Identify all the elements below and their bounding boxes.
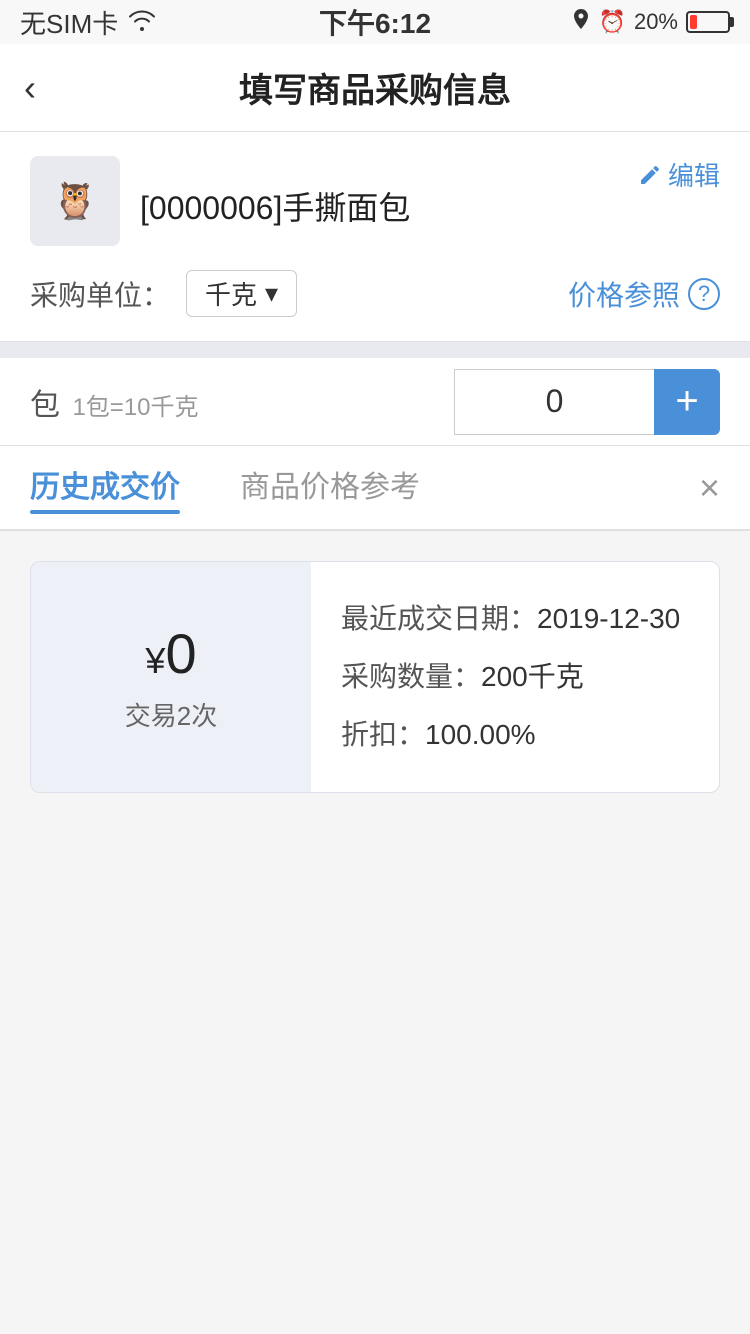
unit-label: 采购单位：	[30, 274, 170, 314]
tab-history-price[interactable]: 历史成交价	[30, 462, 180, 514]
quantity-input[interactable]	[454, 369, 654, 435]
unit-selector[interactable]: 千克 ▾	[186, 270, 297, 317]
owl-icon: 🦉	[53, 180, 98, 222]
tab-product-price-ref[interactable]: 商品价格参考	[240, 462, 420, 514]
product-thumbnail: 🦉	[30, 156, 120, 246]
product-top: 🦉 [0000006]手撕面包 编辑	[30, 156, 720, 246]
quantity-control: +	[454, 369, 720, 435]
main-content: ¥0 交易2次 最近成交日期：2019-12-30 采购数量：200千克 折扣：…	[0, 531, 750, 1231]
carrier-text: 无SIM卡	[20, 4, 118, 41]
tabs-container: 历史成交价 商品价格参考 ×	[0, 446, 750, 531]
unit-section: 采购单位： 千克 ▾	[30, 270, 297, 317]
quantity-row: 包 1包=10千克 +	[0, 358, 750, 446]
battery-icon	[686, 11, 730, 33]
tabs-list: 历史成交价 商品价格参考	[30, 462, 420, 514]
quantity-plus-button[interactable]: +	[654, 369, 720, 435]
price-detail-discount: 折扣：100.00%	[341, 714, 689, 756]
nav-title: 填写商品采购信息	[239, 63, 511, 112]
location-icon	[571, 7, 591, 37]
price-currency: ¥	[145, 640, 165, 681]
wifi-icon	[128, 7, 156, 38]
product-card: 🦉 [0000006]手撕面包 编辑 采购单位： 千克 ▾ 价格参照 ?	[0, 132, 750, 342]
back-button[interactable]: ‹	[24, 67, 36, 109]
quantity-unit-note: 1包=10千克	[72, 394, 198, 421]
tabs-header: 历史成交价 商品价格参考 ×	[0, 446, 750, 530]
price-ref-button[interactable]: 价格参照 ?	[568, 274, 720, 314]
price-detail-qty: 采购数量：200千克	[341, 656, 689, 698]
status-right: ⏰ 20%	[571, 7, 730, 37]
product-name: [0000006]手撕面包	[140, 183, 410, 229]
price-right-panel: 最近成交日期：2019-12-30 采购数量：200千克 折扣：100.00%	[311, 562, 719, 792]
battery-fill	[690, 15, 697, 29]
price-card-container: ¥0 交易2次 最近成交日期：2019-12-30 采购数量：200千克 折扣：…	[0, 531, 750, 823]
price-amount: ¥0	[145, 621, 196, 686]
dropdown-arrow-icon: ▾	[265, 278, 278, 309]
product-left: 🦉 [0000006]手撕面包	[30, 156, 410, 246]
status-left: 无SIM卡	[20, 4, 156, 41]
product-bottom: 采购单位： 千克 ▾ 价格参照 ?	[30, 270, 720, 317]
edit-button[interactable]: 编辑	[638, 156, 720, 193]
alarm-icon: ⏰	[599, 9, 626, 35]
tabs-close-button[interactable]: ×	[699, 467, 720, 509]
battery-percent: 20%	[634, 9, 678, 35]
status-bar: 无SIM卡 下午6:12 ⏰ 20%	[0, 0, 750, 44]
status-time: 下午6:12	[319, 2, 431, 42]
price-ref-help-icon: ?	[688, 278, 720, 310]
price-left-panel: ¥0 交易2次	[31, 562, 311, 792]
price-amount-num: 0	[165, 622, 196, 685]
quantity-unit: 包	[30, 389, 60, 422]
divider-band	[0, 342, 750, 358]
nav-bar: ‹ 填写商品采购信息	[0, 44, 750, 132]
price-detail-date: 最近成交日期：2019-12-30	[341, 598, 689, 640]
price-trade-count: 交易2次	[125, 696, 217, 733]
quantity-label-section: 包 1包=10千克	[30, 380, 199, 424]
price-card: ¥0 交易2次 最近成交日期：2019-12-30 采购数量：200千克 折扣：…	[30, 561, 720, 793]
